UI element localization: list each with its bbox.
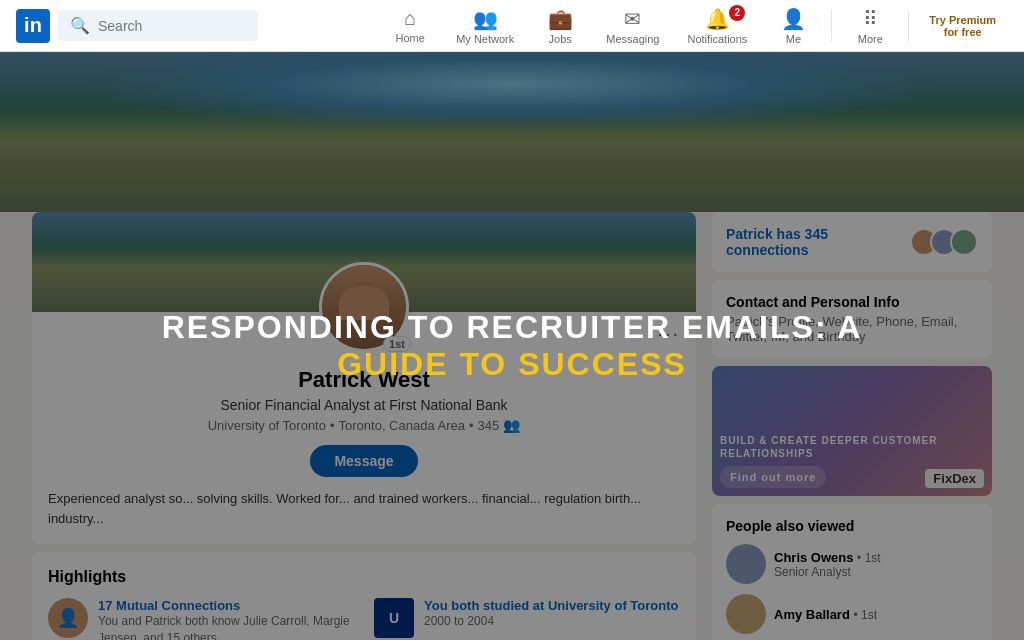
ad-cta-text: BUILD & CREATE DEEPER CUSTOMER RELATIONS… — [720, 434, 984, 460]
mutual-connections-label[interactable]: 17 Mutual Connections — [98, 598, 354, 613]
content-area: 1st ··· Patrick West Senior Financial An… — [32, 212, 992, 640]
nav-messaging[interactable]: ✉ Messaging — [594, 3, 671, 49]
person-avatar-1 — [726, 544, 766, 584]
nav-items: ⌂ Home 👥 My Network 💼 Jobs ✉ Messaging 🔔… — [380, 3, 1008, 49]
profile-name: Patrick West — [52, 367, 676, 393]
profile-card: 1st ··· Patrick West Senior Financial An… — [32, 212, 696, 544]
school-desc: 2000 to 2004 — [424, 613, 678, 630]
connections-row: Patrick has 345 connections — [726, 226, 978, 258]
search-icon: 🔍 — [70, 16, 90, 35]
nav-more-label: More — [858, 33, 883, 45]
me-icon: 👤 — [781, 7, 806, 31]
ad-card: BUILD & CREATE DEEPER CUSTOMER RELATIONS… — [712, 366, 992, 496]
contact-info-desc: Patrick's Profile, Website, Phone, Email… — [726, 314, 978, 344]
meta-separator: • — [330, 418, 335, 433]
avatar-wrap: 1st — [319, 262, 409, 352]
nav-notifications-label: Notifications — [687, 33, 747, 45]
search-input[interactable] — [98, 18, 228, 34]
contact-info-card: Contact and Personal Info Patrick's Prof… — [712, 280, 992, 358]
nav-me[interactable]: 👤 Me — [763, 3, 823, 49]
connections-avatars — [910, 228, 978, 256]
nav-home[interactable]: ⌂ Home — [380, 3, 440, 48]
person-role-1: Senior Analyst — [774, 565, 978, 579]
mutual-connections-desc: You and Patrick both know Julie Carroll,… — [98, 613, 354, 640]
search-bar[interactable]: 🔍 — [58, 10, 258, 41]
connections-label[interactable]: Patrick has 345 connections — [726, 226, 902, 258]
profile-title: Senior Financial Analyst at First Nation… — [52, 397, 676, 413]
jobs-icon: 💼 — [548, 7, 573, 31]
nav-jobs[interactable]: 💼 Jobs — [530, 3, 590, 49]
nav-me-label: Me — [786, 33, 801, 45]
profile-university: University of Toronto — [208, 418, 326, 433]
nav-divider — [831, 10, 832, 42]
left-content: 1st ··· Patrick West Senior Financial An… — [32, 212, 696, 640]
highlight-items: 👤 17 Mutual Connections You and Patrick … — [48, 598, 680, 640]
person-badge-1: • 1st — [857, 551, 881, 565]
highlight-school: U You both studied at University of Toro… — [374, 598, 680, 640]
nav-more[interactable]: ⠿ More — [840, 3, 900, 49]
highlights-title: Highlights — [48, 568, 680, 586]
cover-background — [0, 52, 1024, 212]
nav-premium[interactable]: Try Premium for free — [917, 10, 1008, 42]
page-body: RESPONDING TO RECRUITER EMAILS: A GUIDE … — [0, 52, 1024, 640]
person-info-1: Chris Owens • 1st Senior Analyst — [774, 550, 978, 579]
profile-summary: Experienced analyst so... solving skills… — [32, 489, 696, 528]
mutual-connections-text: 17 Mutual Connections You and Patrick bo… — [98, 598, 354, 640]
linkedin-logo[interactable]: in — [16, 9, 50, 43]
connections-card: Patrick has 345 connections — [712, 212, 992, 272]
person-avatar-2 — [726, 594, 766, 634]
contact-info-title: Contact and Personal Info — [726, 294, 978, 310]
nav-network[interactable]: 👥 My Network — [444, 3, 526, 49]
school-label[interactable]: You both studied at University of Toront… — [424, 598, 678, 613]
school-image: U — [374, 598, 414, 638]
notifications-icon: 🔔 — [705, 7, 730, 31]
home-icon: ⌂ — [404, 7, 416, 30]
mutual-connections-image: 👤 — [48, 598, 88, 638]
mini-avatar-3 — [950, 228, 978, 256]
profile-connections-count: 345 — [478, 418, 500, 433]
connections-icon: 👥 — [503, 417, 520, 433]
first-degree-badge: 1st — [383, 336, 411, 352]
profile-location: Toronto, Canada Area — [339, 418, 465, 433]
school-text: You both studied at University of Toront… — [424, 598, 678, 630]
right-sidebar: Patrick has 345 connections Contact and … — [712, 212, 992, 640]
network-icon: 👥 — [473, 7, 498, 31]
notifications-badge: 2 — [729, 5, 745, 21]
person-name-2[interactable]: Amy Ballard • 1st — [774, 607, 978, 622]
nav-premium-label: Try Premium — [929, 14, 996, 26]
ad-find-out-more[interactable]: Find out more — [720, 466, 826, 488]
nav-home-label: Home — [396, 32, 425, 44]
top-navigation: in 🔍 ⌂ Home 👥 My Network 💼 Jobs ✉ Messag… — [0, 0, 1024, 52]
profile-more-button[interactable]: ··· — [657, 322, 680, 345]
people-title: People also viewed — [726, 518, 978, 534]
person-badge-2: • 1st — [854, 608, 878, 622]
person-row-1: Chris Owens • 1st Senior Analyst — [726, 544, 978, 584]
meta-separator2: • — [469, 418, 474, 433]
nav-jobs-label: Jobs — [549, 33, 572, 45]
nav-messaging-label: Messaging — [606, 33, 659, 45]
messaging-icon: ✉ — [624, 7, 641, 31]
nav-notifications[interactable]: 🔔 2 Notifications — [675, 3, 759, 49]
ad-image[interactable]: BUILD & CREATE DEEPER CUSTOMER RELATIONS… — [712, 366, 992, 496]
person-info-2: Amy Ballard • 1st — [774, 607, 978, 622]
highlights-section: Highlights 👤 17 Mutual Connections You a… — [32, 552, 696, 640]
people-also-viewed-card: People also viewed Chris Owens • 1st Sen… — [712, 504, 992, 640]
person-name-1[interactable]: Chris Owens • 1st — [774, 550, 978, 565]
highlight-mutual: 👤 17 Mutual Connections You and Patrick … — [48, 598, 354, 640]
cover-photo — [0, 52, 1024, 212]
nav-premium-sub: for free — [944, 26, 982, 38]
person-row-2: Amy Ballard • 1st — [726, 594, 978, 634]
profile-meta: University of Toronto • Toronto, Canada … — [52, 417, 676, 433]
more-icon: ⠿ — [863, 7, 878, 31]
nav-divider-2 — [908, 10, 909, 42]
nav-network-label: My Network — [456, 33, 514, 45]
message-button[interactable]: Message — [310, 445, 417, 477]
